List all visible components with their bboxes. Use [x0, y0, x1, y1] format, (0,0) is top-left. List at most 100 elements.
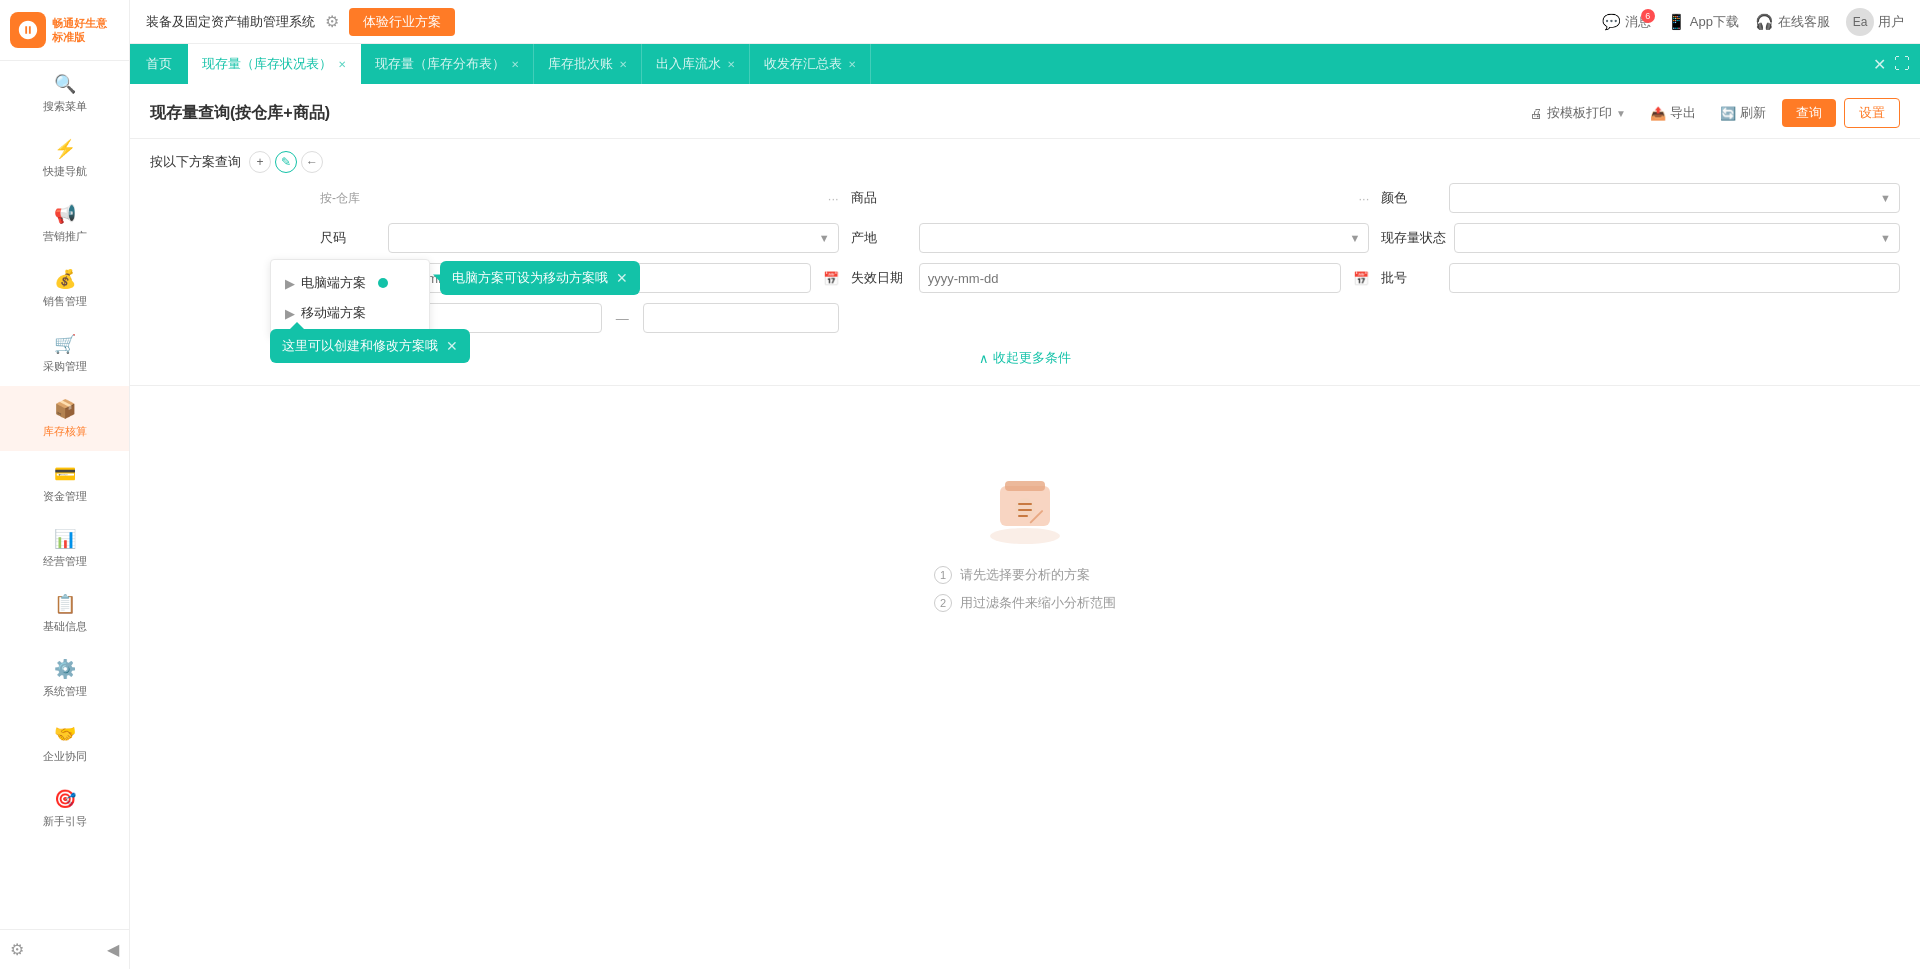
- tab-inventory-dist[interactable]: 现存量（库存分布表） ✕: [361, 44, 534, 84]
- stock-status-select[interactable]: ▼: [1454, 223, 1900, 253]
- box-icon: 📦: [54, 398, 76, 420]
- tab-batch-account-label: 库存批次账: [548, 55, 613, 73]
- sidebar-item-label-system: 系统管理: [43, 684, 87, 699]
- tabs-bar: 首页 现存量（库存状况表） ✕ 现存量（库存分布表） ✕ 库存批次账 ✕ 出入库…: [130, 44, 1920, 84]
- tab-inout-flow[interactable]: 出入库流水 ✕: [642, 44, 750, 84]
- sidebar-item-guide[interactable]: 🎯 新手引导: [0, 776, 129, 841]
- app-download-btn[interactable]: 📱 App下载: [1667, 13, 1739, 31]
- stock-main-input-max[interactable]: [643, 303, 839, 333]
- sidebar-settings-btn[interactable]: ⚙: [10, 940, 24, 959]
- sidebar-nav: 🔍 搜索菜单 ⚡ 快捷导航 📢 营销推广 💰 销售管理 🛒 采购管理 📦: [0, 61, 129, 929]
- topbar: 装备及固定资产辅助管理系统 ⚙ 体验行业方案 💬 消息 6 📱 App下载 🎧 …: [130, 0, 1920, 44]
- message-btn[interactable]: 💬 消息 6: [1602, 13, 1651, 31]
- tab-fullscreen-icon[interactable]: ⛶: [1894, 55, 1910, 73]
- sidebar-item-inventory[interactable]: 📦 库存核算: [0, 386, 129, 451]
- sidebar-item-operations[interactable]: 📊 经营管理: [0, 516, 129, 581]
- sidebar-item-label-search: 搜索菜单: [43, 99, 87, 114]
- tab-inventory-status[interactable]: 现存量（库存状况表） ✕: [188, 44, 361, 84]
- industry-plan-button[interactable]: 体验行业方案: [349, 8, 455, 36]
- tab-summary[interactable]: 收发存汇总表 ✕: [750, 44, 871, 84]
- stock-status-dropdown-icon: ▼: [1880, 232, 1891, 244]
- sidebar-item-sales[interactable]: 💰 销售管理: [0, 256, 129, 321]
- tab-close-icon-5[interactable]: ✕: [848, 59, 856, 70]
- sidebar-item-search[interactable]: 🔍 搜索菜单: [0, 61, 129, 126]
- tab-close-icon-3[interactable]: ✕: [619, 59, 627, 70]
- print-arrow-icon: ▼: [1616, 108, 1626, 119]
- tab-batch-account[interactable]: 库存批次账 ✕: [534, 44, 642, 84]
- handshake-icon: 🤝: [54, 723, 76, 745]
- search-button[interactable]: 查询: [1782, 99, 1836, 127]
- tab-close-icon-1[interactable]: ✕: [338, 59, 346, 70]
- tab-close-icon-2[interactable]: ✕: [511, 59, 519, 70]
- color-select[interactable]: ▼: [1449, 183, 1900, 213]
- production-date-calendar-icon[interactable]: 📅: [823, 271, 839, 286]
- logo-area: 畅通好生意 标准版: [0, 0, 129, 61]
- edit-scheme-btn[interactable]: ✎: [275, 151, 297, 173]
- avatar: Ea: [1846, 8, 1874, 36]
- tree-arrow-icon-2: ▶: [285, 306, 295, 321]
- sidebar-item-marketing[interactable]: 📢 营销推广: [0, 191, 129, 256]
- sidebar-item-purchase[interactable]: 🛒 采购管理: [0, 321, 129, 386]
- batch-input[interactable]: [1449, 263, 1900, 293]
- refresh-btn[interactable]: 🔄 刷新: [1712, 100, 1774, 126]
- content-inner: 现存量查询(按仓库+商品) 🖨 按模板打印 ▼ 📤 导出 🔄: [130, 84, 1920, 969]
- back-scheme-btn[interactable]: ←: [301, 151, 323, 173]
- export-label: 导出: [1670, 104, 1696, 122]
- size-label: 尺码: [320, 229, 380, 247]
- tooltip-scheme-text: 这里可以创建和修改方案哦: [282, 337, 438, 355]
- add-scheme-btn[interactable]: +: [249, 151, 271, 173]
- user-label: 用户: [1878, 13, 1904, 31]
- sidebar-item-basic-info[interactable]: 📋 基础信息: [0, 581, 129, 646]
- sidebar-item-label-basic-info: 基础信息: [43, 619, 87, 634]
- refresh-icon: 🔄: [1720, 106, 1736, 121]
- chart-icon: 📊: [54, 528, 76, 550]
- tooltip-desktop-close[interactable]: ✕: [616, 270, 628, 286]
- tab-close-all-icon[interactable]: ✕: [1873, 55, 1886, 74]
- expiry-date-calendar-icon[interactable]: 📅: [1353, 271, 1369, 286]
- tree-item-mobile-label: 移动端方案: [301, 304, 366, 322]
- money-icon: 💰: [54, 268, 76, 290]
- step-1-label: 请先选择要分析的方案: [960, 566, 1090, 584]
- tab-home[interactable]: 首页: [130, 55, 188, 73]
- filter-header: 按以下方案查询 + ✎ ←: [150, 151, 1900, 173]
- size-dropdown-icon: ▼: [819, 232, 830, 244]
- goods-dots-icon[interactable]: ···: [1358, 191, 1369, 206]
- headset-icon: 🎧: [1755, 13, 1774, 31]
- step-num-2: 2: [934, 594, 952, 612]
- content-area: 现存量查询(按仓库+商品) 🖨 按模板打印 ▼ 📤 导出 🔄: [130, 84, 1920, 969]
- sidebar-item-label-inventory: 库存核算: [43, 424, 87, 439]
- online-support-btn[interactable]: 🎧 在线客服: [1755, 13, 1830, 31]
- cart-icon: 🛒: [54, 333, 76, 355]
- export-btn[interactable]: 📤 导出: [1642, 100, 1704, 126]
- size-select[interactable]: ▼: [388, 223, 839, 253]
- settings-button[interactable]: 设置: [1844, 98, 1900, 128]
- card-icon: 💳: [54, 463, 76, 485]
- filter-row-1: 按-仓库 ··· 商品 ··· 颜色: [320, 183, 1900, 213]
- warehouse-dots-icon[interactable]: ···: [828, 191, 839, 206]
- step-2-label: 用过滤条件来缩小分析范围: [960, 594, 1116, 612]
- user-area[interactable]: Ea 用户: [1846, 8, 1904, 36]
- tabs-actions: ✕ ⛶: [1873, 55, 1920, 74]
- app-download-label: App下载: [1690, 13, 1739, 31]
- sidebar-item-finance[interactable]: 💳 资金管理: [0, 451, 129, 516]
- logo-text: 畅通好生意 标准版: [52, 16, 107, 45]
- export-icon: 📤: [1650, 106, 1666, 121]
- search-icon: 🔍: [54, 73, 76, 95]
- tab-home-label: 首页: [146, 56, 172, 71]
- expiry-date-input[interactable]: [919, 263, 1342, 293]
- sidebar-collapse-btn[interactable]: ◀: [107, 940, 119, 959]
- message-badge: 6: [1641, 9, 1655, 23]
- topbar-settings-icon[interactable]: ⚙: [325, 12, 339, 31]
- print-btn[interactable]: 🖨 按模板打印 ▼: [1522, 100, 1634, 126]
- sidebar-item-system[interactable]: ⚙️ 系统管理: [0, 646, 129, 711]
- sidebar-item-quick-nav[interactable]: ⚡ 快捷导航: [0, 126, 129, 191]
- tab-close-icon-4[interactable]: ✕: [727, 59, 735, 70]
- origin-select[interactable]: ▼: [919, 223, 1370, 253]
- system-name: 装备及固定资产辅助管理系统: [146, 13, 315, 31]
- sidebar-item-collaboration[interactable]: 🤝 企业协同: [0, 711, 129, 776]
- tree-item-desktop[interactable]: ▶ 电脑端方案: [271, 268, 429, 298]
- tab-inventory-status-label: 现存量（库存状况表）: [202, 55, 332, 73]
- tooltip-scheme-close[interactable]: ✕: [446, 338, 458, 354]
- color-label: 颜色: [1381, 189, 1441, 207]
- online-support-label: 在线客服: [1778, 13, 1830, 31]
